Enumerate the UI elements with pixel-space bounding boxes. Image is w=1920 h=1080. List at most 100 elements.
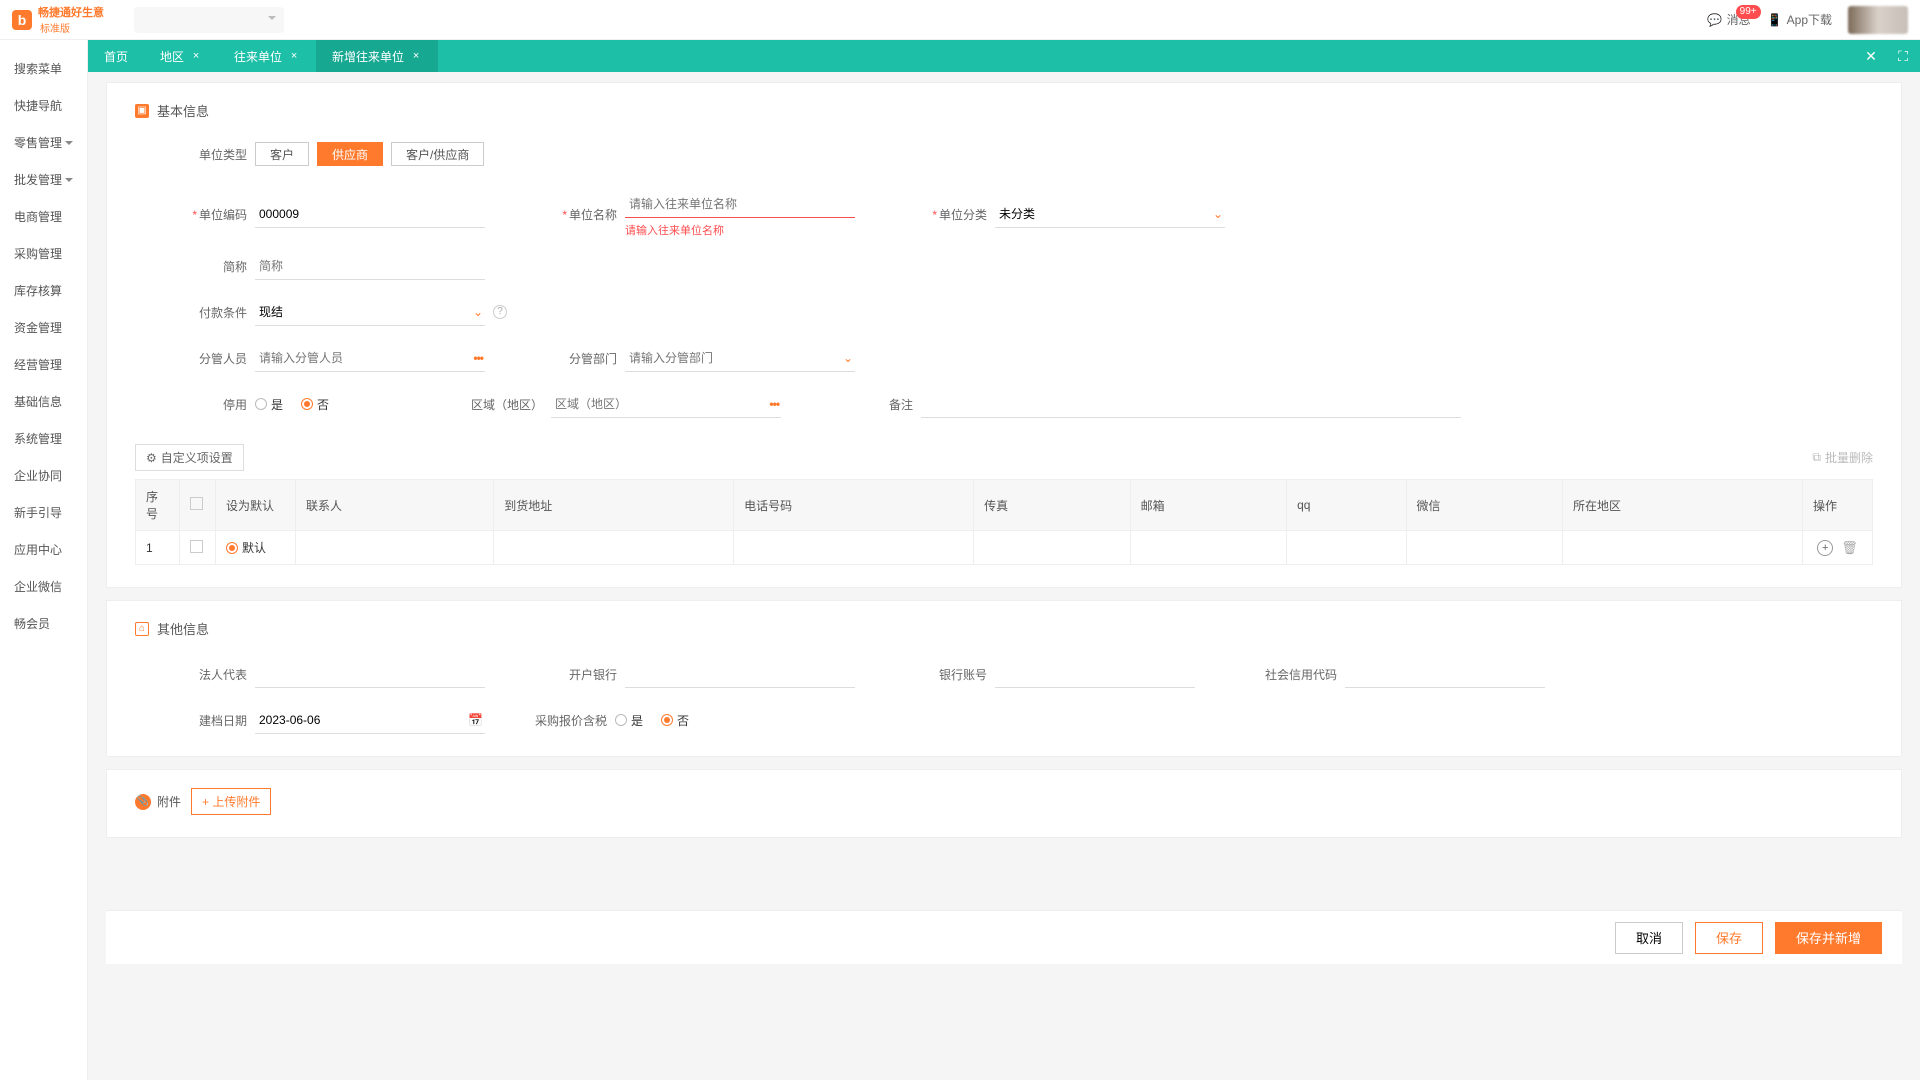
pay-condition-label: 付款条件 — [175, 304, 255, 321]
dept-select[interactable] — [625, 344, 855, 372]
tab[interactable]: 地区× — [144, 40, 218, 72]
sidebar-item[interactable]: 应用中心 — [0, 531, 87, 568]
create-date-input[interactable] — [255, 706, 485, 734]
save-and-new-button[interactable]: 保存并新增 — [1775, 922, 1882, 954]
disable-yes-radio[interactable]: 是 — [255, 396, 283, 413]
sidebar-item[interactable]: 批发管理 — [0, 161, 87, 198]
cell-region[interactable] — [1563, 531, 1803, 565]
messages-badge: 99+ — [1736, 5, 1761, 19]
unit-type-segments: 客户供应商客户/供应商 — [255, 142, 484, 166]
bank-account-input[interactable] — [995, 660, 1195, 688]
bank-input[interactable] — [625, 660, 855, 688]
upload-attachment-button[interactable]: + 上传附件 — [191, 788, 271, 815]
tab[interactable]: 首页 — [88, 40, 144, 72]
disable-no-radio[interactable]: 否 — [301, 396, 329, 413]
calendar-icon[interactable]: 📅 — [468, 713, 483, 727]
sidebar-item[interactable]: 畅会员 — [0, 605, 87, 642]
sidebar-item[interactable]: 快捷导航 — [0, 87, 87, 124]
sidebar-item[interactable]: 电商管理 — [0, 198, 87, 235]
add-row-button[interactable]: + — [1817, 540, 1833, 556]
unit-name-input[interactable] — [625, 190, 855, 218]
unit-type-option[interactable]: 供应商 — [317, 142, 383, 166]
sidebar-item[interactable]: 资金管理 — [0, 309, 87, 346]
download-label: App下载 — [1787, 11, 1832, 28]
unit-code-input[interactable] — [255, 200, 485, 228]
table-row: 1 默认 — [136, 531, 1873, 565]
dept-label: 分管部门 — [545, 350, 625, 367]
region-input[interactable] — [551, 390, 781, 418]
sidebar-item[interactable]: 系统管理 — [0, 420, 87, 457]
tab[interactable]: 新增往来单位× — [316, 40, 438, 72]
legal-rep-input[interactable] — [255, 660, 485, 688]
sidebar-item[interactable]: 企业微信 — [0, 568, 87, 605]
tab[interactable]: 往来单位× — [218, 40, 316, 72]
more-icon[interactable]: ••• — [769, 397, 779, 411]
unit-code-label: 单位编码 — [199, 208, 247, 222]
sidebar-item[interactable]: 采购管理 — [0, 235, 87, 272]
section-icon: ▣ — [135, 104, 149, 118]
batch-delete-button[interactable]: ⧉ 批量删除 — [1812, 449, 1873, 466]
header-checkbox[interactable] — [190, 497, 203, 510]
tax-yes-radio[interactable]: 是 — [615, 712, 643, 729]
sidebar-item[interactable]: 零售管理 — [0, 124, 87, 161]
form-footer: 取消 保存 保存并新增 — [106, 910, 1902, 964]
unit-category-select[interactable] — [995, 200, 1225, 228]
save-button[interactable]: 保存 — [1695, 922, 1763, 954]
help-icon[interactable]: ? — [493, 305, 507, 319]
close-icon[interactable]: × — [190, 50, 202, 62]
sidebar-item[interactable]: 经营管理 — [0, 346, 87, 383]
sidebar-item[interactable]: 基础信息 — [0, 383, 87, 420]
app-download-button[interactable]: 📱 App下载 — [1767, 11, 1832, 28]
row-default-radio[interactable]: 默认 — [226, 539, 266, 556]
chevron-down-icon — [65, 178, 73, 186]
unit-type-option[interactable]: 客户 — [255, 142, 309, 166]
chevron-down-icon — [65, 141, 73, 149]
custom-settings-button[interactable]: ⚙ 自定义项设置 — [135, 444, 244, 471]
table-header: 微信 — [1406, 480, 1563, 531]
sidebar-item[interactable]: 库存核算 — [0, 272, 87, 309]
cell-phone[interactable] — [734, 531, 974, 565]
company-selector[interactable] — [134, 7, 284, 33]
close-panel-icon[interactable]: ✕ — [1862, 47, 1880, 65]
create-date-label: 建档日期 — [175, 712, 255, 729]
credit-code-input[interactable] — [1345, 660, 1545, 688]
cell-contact[interactable] — [296, 531, 494, 565]
contacts-table: 序号设为默认联系人到货地址电话号码传真邮箱qq微信所在地区操作 1 默认 — [135, 479, 1873, 565]
phone-icon: 📱 — [1767, 12, 1783, 28]
pay-condition-select[interactable] — [255, 298, 485, 326]
user-avatar[interactable] — [1848, 6, 1908, 34]
tax-no-radio[interactable]: 否 — [661, 712, 689, 729]
cell-email[interactable] — [1130, 531, 1287, 565]
delete-row-button[interactable]: 🗑 — [1841, 540, 1858, 556]
unit-type-option[interactable]: 客户/供应商 — [391, 142, 484, 166]
other-info-card: ⌂ 其他信息 法人代表 开户银行 银行账号 — [106, 600, 1902, 757]
close-icon[interactable]: × — [410, 50, 422, 62]
cell-wechat[interactable] — [1406, 531, 1563, 565]
disable-label: 停用 — [175, 396, 255, 413]
fullscreen-icon[interactable]: ⛶ — [1894, 47, 1912, 65]
chevron-down-icon: ⌄ — [1213, 207, 1223, 221]
more-icon[interactable]: ••• — [473, 351, 483, 365]
cell-qq[interactable] — [1287, 531, 1406, 565]
unit-type-label: 单位类型 — [175, 146, 255, 163]
unit-category-label: 单位分类 — [939, 208, 987, 222]
cell-fax[interactable] — [974, 531, 1131, 565]
cancel-button[interactable]: 取消 — [1615, 922, 1683, 954]
remark-input[interactable] — [921, 390, 1461, 418]
table-header: qq — [1287, 480, 1406, 531]
brand-logo: b 畅捷通好生意 标准版 — [12, 4, 104, 35]
manager-input[interactable] — [255, 344, 485, 372]
sidebar-item[interactable]: 搜索菜单 — [0, 50, 87, 87]
table-header: 电话号码 — [734, 480, 974, 531]
alias-input[interactable] — [255, 252, 485, 280]
cell-address[interactable] — [494, 531, 734, 565]
section-title-other: 其他信息 — [157, 619, 209, 638]
sidebar-item[interactable]: 新手引导 — [0, 494, 87, 531]
table-header — [180, 480, 216, 531]
sidebar-item[interactable]: 企业协同 — [0, 457, 87, 494]
messages-button[interactable]: 💬 消息 99+ — [1707, 11, 1751, 28]
table-header: 所在地区 — [1563, 480, 1803, 531]
row-checkbox[interactable] — [190, 540, 203, 553]
attachment-icon: 📎 — [135, 794, 151, 810]
close-icon[interactable]: × — [288, 50, 300, 62]
